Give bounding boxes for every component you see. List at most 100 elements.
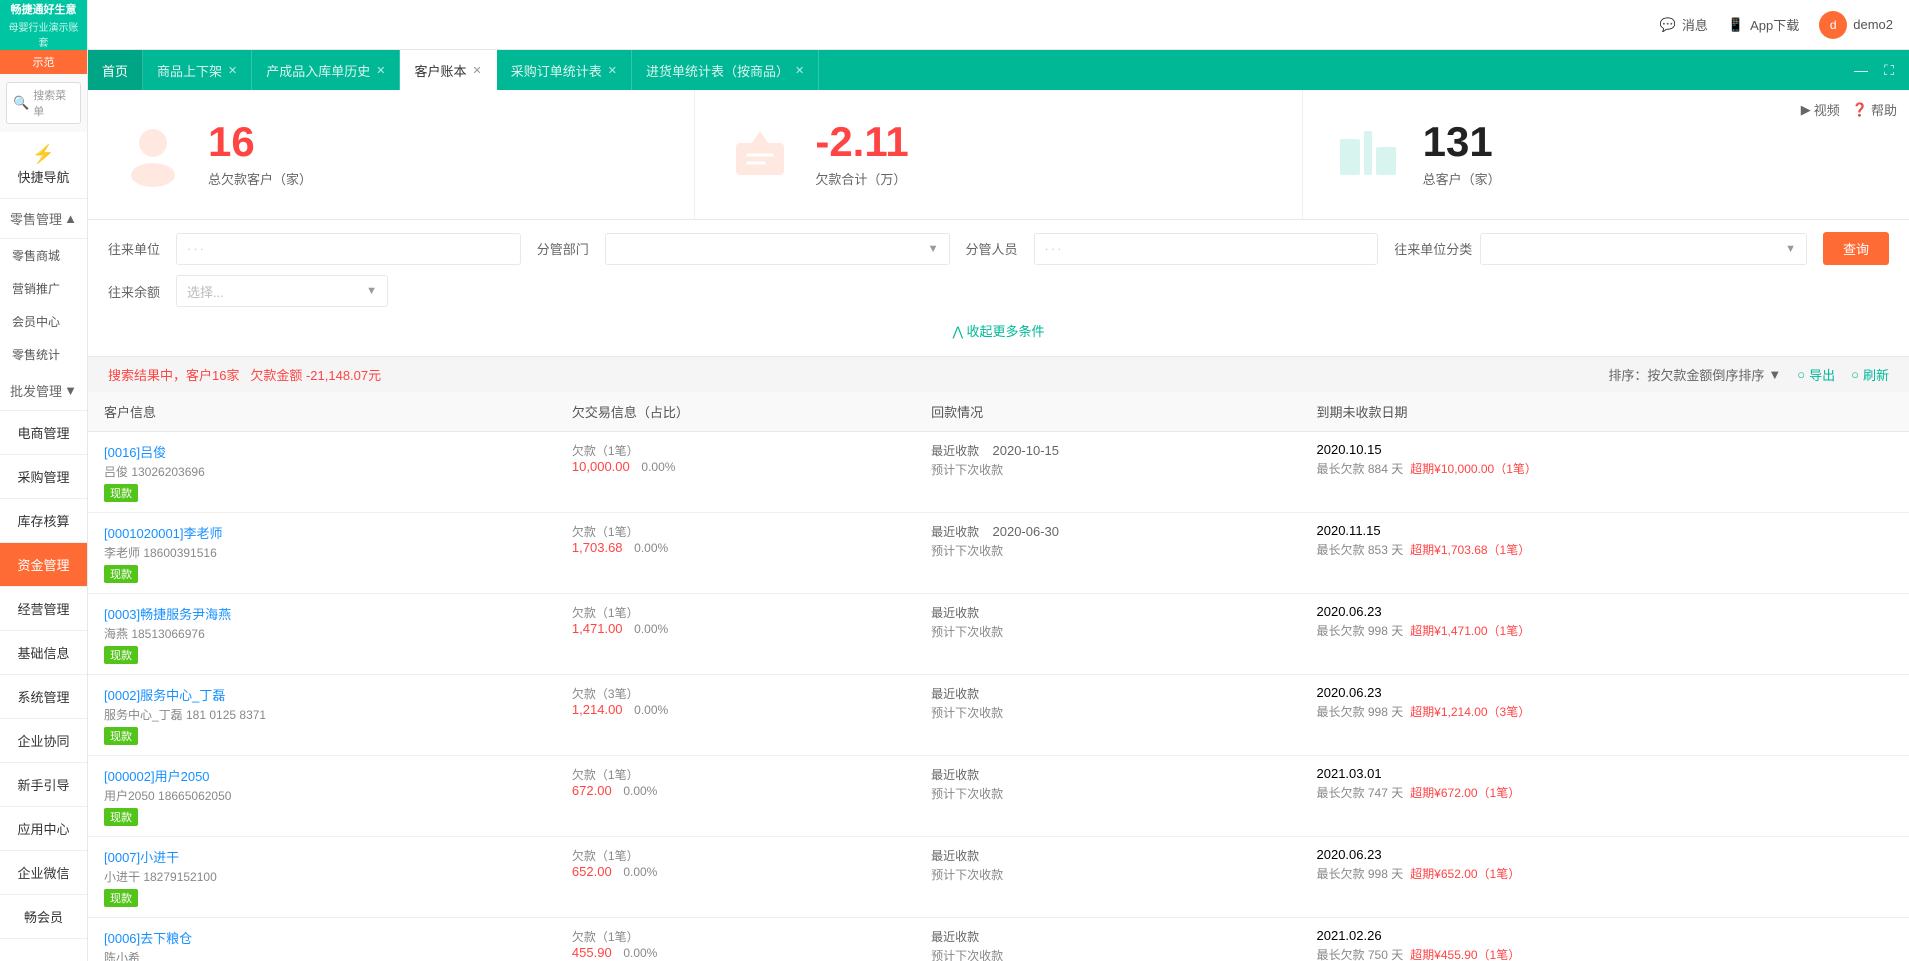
tab-close-icon[interactable]: ✕ [473, 64, 482, 77]
client-name-link[interactable]: [0016]吕俊 [104, 445, 166, 460]
col-client-info: 客户信息 [88, 392, 556, 432]
client-name-link[interactable]: [0002]服务中心_丁磊 [104, 688, 225, 703]
overdue-link[interactable]: 超期¥1,471.00（1笔） [1410, 624, 1530, 638]
sidebar-item-retail-stats[interactable]: 零售统计 [0, 338, 87, 371]
main-content: 💬 消息 📱 App下载 d demo2 首页 商品上下架 ✕ 产成品入库单历史… [88, 0, 1909, 961]
overdue-link[interactable]: 超期¥1,214.00（3笔） [1410, 705, 1530, 719]
sidebar-item-vip-member[interactable]: 畅会员 [0, 895, 87, 939]
debt-amount[interactable]: 455.90 [572, 945, 612, 960]
tab-maximize-btn[interactable]: ⛶ [1877, 58, 1901, 82]
client-phone: 海燕 18513066976 [104, 625, 540, 642]
debt-info-cell: 欠款（1笔） 652.00 0.00% [556, 837, 915, 918]
payment-badge: 现款 [104, 565, 138, 583]
table-row: [0001020001]李老师 李老师 18600391516 现款 欠款（1笔… [88, 513, 1909, 594]
dept-input[interactable]: ▼ [605, 233, 950, 265]
sidebar-item-quick-nav[interactable]: ⚡ 快捷导航 [0, 132, 87, 199]
balance-select[interactable]: 选择... ▼ [176, 275, 388, 307]
client-name-link[interactable]: [0007]小进干 [104, 850, 179, 865]
due-date-cell: 2020.11.15 最长欠款 853 天 超期¥1,703.68（1笔） [1301, 513, 1909, 594]
overdue-link[interactable]: 超期¥455.90（1笔） [1410, 948, 1520, 961]
client-info-cell: [0007]小进干 小进干 18279152100 现款 [88, 837, 556, 918]
tab-purchase-stats[interactable]: 进货单统计表（按商品） ✕ [632, 50, 819, 90]
next-collect-label: 预计下次收款 [931, 704, 1284, 721]
export-btn[interactable]: ○ 导出 [1797, 365, 1835, 384]
due-date-cell: 2021.02.26 最长欠款 750 天 超期¥455.90（1笔） [1301, 918, 1909, 961]
unit-category-input[interactable]: ▼ [1480, 233, 1807, 265]
tab-label: 产成品入库单历史 [266, 61, 370, 80]
sidebar-item-finance[interactable]: 资金管理 [0, 543, 87, 587]
sidebar-item-member[interactable]: 会员中心 [0, 305, 87, 338]
tab-home[interactable]: 首页 [88, 50, 143, 90]
overdue-link[interactable]: 超期¥1,703.68（1笔） [1410, 543, 1530, 557]
tab-production-history[interactable]: 产成品入库单历史 ✕ [252, 50, 400, 90]
export-label: 导出 [1809, 365, 1835, 384]
overdue-days: 最长欠款 998 天 [1317, 705, 1407, 719]
overdue-link[interactable]: 超期¥672.00（1笔） [1410, 786, 1520, 800]
query-button[interactable]: 查询 [1823, 232, 1889, 265]
video-btn[interactable]: ▶ 视频 [1801, 100, 1840, 119]
client-name-link[interactable]: [0003]畅捷服务尹海燕 [104, 607, 231, 622]
debt-amount[interactable]: 1,471.00 [572, 621, 623, 636]
sidebar-item-new-guide[interactable]: 新手引导 [0, 763, 87, 807]
filter-source-unit: 往来单位 ··· [108, 233, 521, 265]
help-btn[interactable]: ❓ 帮助 [1852, 100, 1897, 119]
results-text: 搜索结果中，客户16家 [108, 368, 239, 383]
payment-badge: 现款 [104, 727, 138, 745]
sidebar-item-operation[interactable]: 经营管理 [0, 587, 87, 631]
search-menu-input[interactable]: 🔍 搜索菜单 [6, 82, 81, 124]
debt-desc: 欠款（1笔） [572, 604, 899, 621]
sidebar-item-label: 企业微信 [17, 866, 69, 881]
sidebar-item-label: 基础信息 [17, 646, 69, 661]
app-download-btn[interactable]: 📱 App下载 [1728, 15, 1799, 34]
tab-label: 进货单统计表（按商品） [646, 61, 789, 80]
avatar: d [1819, 11, 1847, 39]
tab-close-icon[interactable]: ✕ [376, 64, 385, 77]
due-date: 2021.02.26 [1317, 928, 1893, 943]
source-unit-input[interactable]: ··· [176, 233, 521, 265]
sidebar-item-system[interactable]: 系统管理 [0, 675, 87, 719]
sidebar-item-retail-mall[interactable]: 零售商城 [0, 239, 87, 272]
client-phone: 李老师 18600391516 [104, 544, 540, 561]
tab-close-icon[interactable]: ✕ [795, 64, 804, 77]
tab-close-icon[interactable]: ✕ [608, 64, 617, 77]
sidebar-item-purchase-mgmt[interactable]: 采购管理 [0, 455, 87, 499]
collapse-filters-btn[interactable]: ⋀ 收起更多条件 [108, 317, 1889, 344]
debt-amount[interactable]: 1,214.00 [572, 702, 623, 717]
message-btn[interactable]: 💬 消息 [1660, 15, 1708, 34]
debt-amount[interactable]: 672.00 [572, 783, 612, 798]
last-collect-label: 最近收款 [931, 685, 1284, 702]
sidebar-item-batch-mgmt[interactable]: 批发管理 ▼ [0, 371, 87, 411]
sidebar-item-basic-info[interactable]: 基础信息 [0, 631, 87, 675]
results-actions: 排序：按欠款金额倒序排序 ▼ ○ 导出 ○ 刷新 [1608, 365, 1889, 384]
debt-amount[interactable]: 1,703.68 [572, 540, 623, 555]
tab-minimize-btn[interactable]: — [1849, 58, 1873, 82]
manager-input[interactable]: ··· [1034, 233, 1379, 265]
debt-amount[interactable]: 10,000.00 [572, 459, 630, 474]
sidebar-item-enterprise[interactable]: 企业协同 [0, 719, 87, 763]
sidebar-item-retail-mgmt[interactable]: 零售管理 ▲ [0, 199, 87, 239]
logo-subtitle: 母婴行业演示账套 [8, 19, 79, 49]
client-phone: 用户2050 18665062050 [104, 787, 540, 804]
sidebar-item-ecommerce[interactable]: 电商管理 [0, 411, 87, 455]
overdue-link[interactable]: 超期¥652.00（1笔） [1410, 867, 1520, 881]
last-collect-label: 最近收款 [931, 847, 1284, 864]
refresh-btn[interactable]: ○ 刷新 [1851, 365, 1889, 384]
sidebar-item-enterprise-wx[interactable]: 企业微信 [0, 851, 87, 895]
tab-customer-account[interactable]: 客户账本 ✕ [400, 50, 496, 90]
sidebar-item-marketing[interactable]: 营销推广 [0, 272, 87, 305]
debt-amount[interactable]: 652.00 [572, 864, 612, 879]
results-debt-label: 欠款金额 [250, 368, 302, 383]
client-name-link[interactable]: [000002]用户2050 [104, 769, 210, 784]
client-name-link[interactable]: [0006]去下粮仓 [104, 931, 192, 946]
sidebar-item-app-center[interactable]: 应用中心 [0, 807, 87, 851]
tab-purchase-order[interactable]: 采购订单统计表 ✕ [497, 50, 632, 90]
client-name-link[interactable]: [0001020001]李老师 [104, 526, 223, 541]
sidebar-nav: ⚡ 快捷导航 零售管理 ▲ 零售商城 营销推广 会员中心 零售统计 批发管理 ▼… [0, 132, 87, 961]
user-menu[interactable]: d demo2 [1819, 11, 1893, 39]
tab-close-icon[interactable]: ✕ [228, 64, 237, 77]
debt-info-cell: 欠款（1笔） 455.90 0.00% [556, 918, 915, 961]
sidebar-item-inventory[interactable]: 库存核算 [0, 499, 87, 543]
tab-product-shelf[interactable]: 商品上下架 ✕ [143, 50, 252, 90]
overdue-link[interactable]: 超期¥10,000.00（1笔） [1410, 462, 1537, 476]
sort-dropdown[interactable]: 排序：按欠款金额倒序排序 ▼ [1608, 365, 1781, 384]
